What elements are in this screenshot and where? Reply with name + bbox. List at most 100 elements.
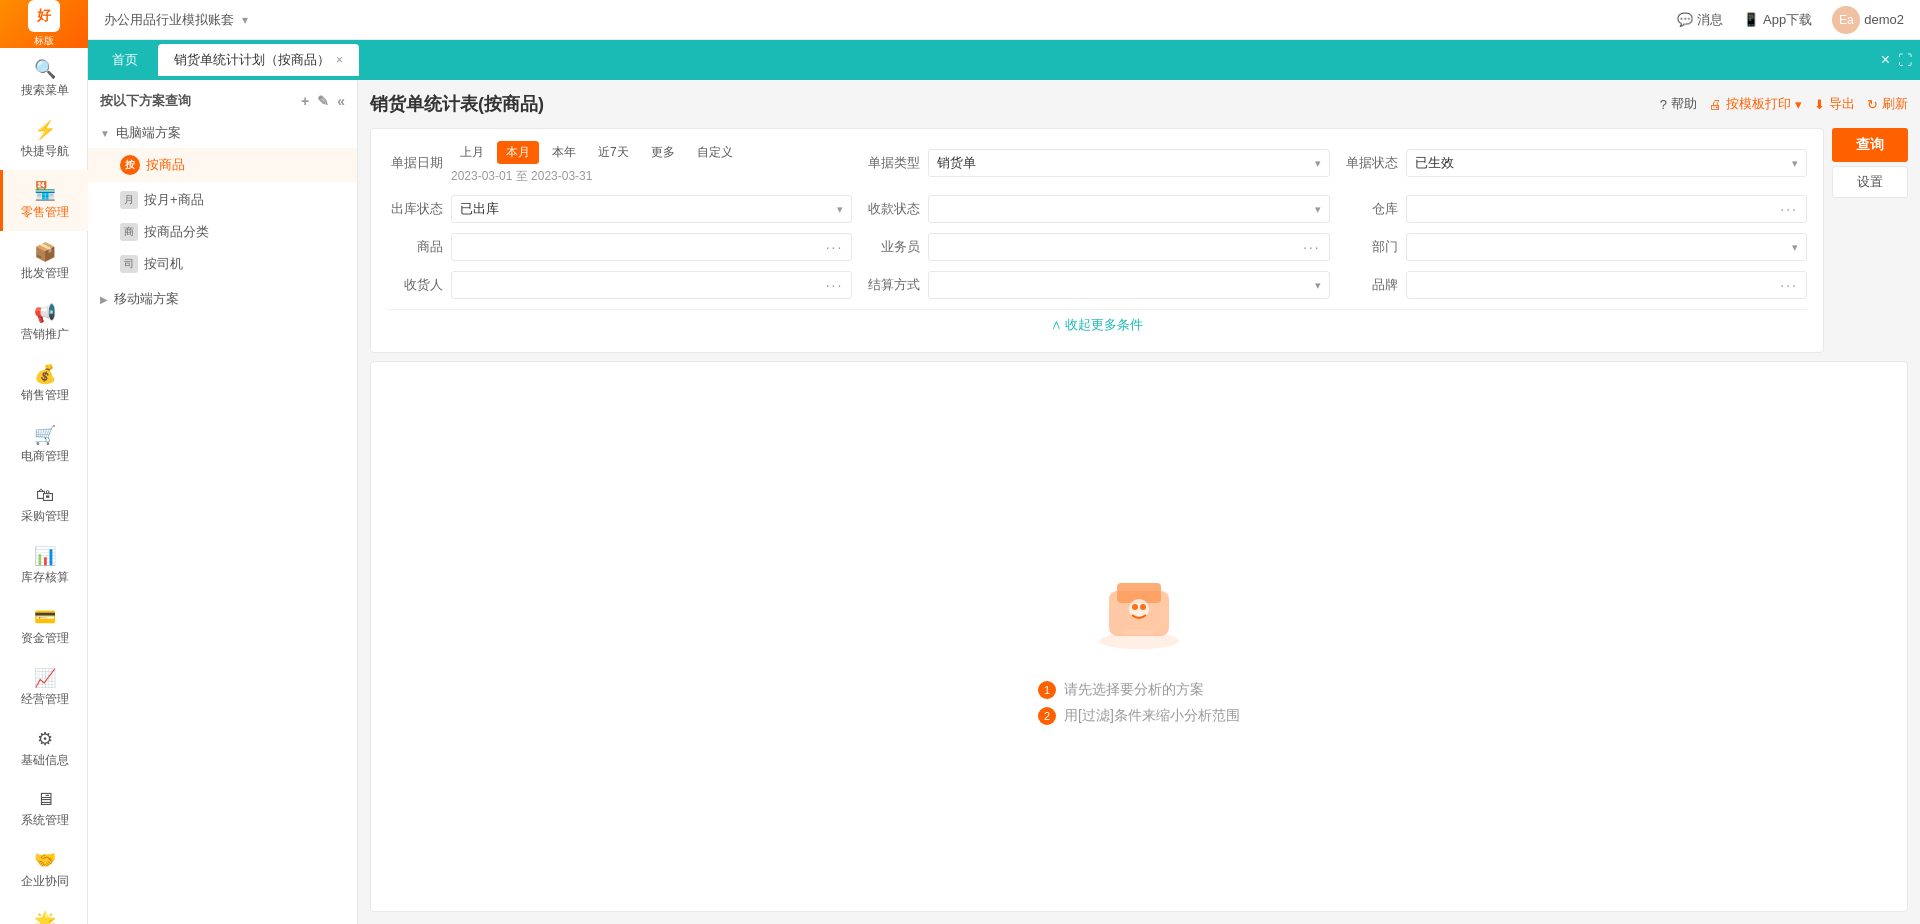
help-button[interactable]: ? 帮助 <box>1660 95 1697 113</box>
refresh-icon: ↻ <box>1867 97 1878 112</box>
pay-status-label: 收款状态 <box>864 200 920 218</box>
hint-text-2: 用[过滤]条件来缩小分析范围 <box>1064 707 1240 725</box>
dept-label: 部门 <box>1342 238 1398 256</box>
date-buttons: 上月 本月 本年 近7天 更多 自定义 <box>451 141 852 164</box>
warehouse-select[interactable]: ··· <box>1406 195 1807 223</box>
add-scheme-icon[interactable]: + <box>301 93 309 109</box>
sidebar-item-ecommerce[interactable]: 🛒 电商管理 <box>0 414 88 475</box>
collapse-panel-icon[interactable]: « <box>337 93 345 109</box>
svg-rect-6 <box>1124 629 1154 635</box>
sidebar: 好 标版 🔍 搜索菜单 ⚡ 快捷导航 🏪 零售管理 📦 批发管理 📢 营销推广 … <box>0 0 88 924</box>
scheme-group-desktop-title[interactable]: ▼ 电脑端方案 <box>88 118 357 148</box>
salesman-select[interactable]: ··· <box>928 233 1329 261</box>
scheme-item-category[interactable]: 商 按商品分类 <box>88 216 357 248</box>
doc-status-label: 单据状态 <box>1342 154 1398 172</box>
date-btn-custom[interactable]: 自定义 <box>688 141 742 164</box>
receiver-select[interactable]: ··· <box>451 271 852 299</box>
empty-illustration <box>1079 541 1199 661</box>
salesman-label: 业务员 <box>864 238 920 256</box>
search-icon: 🔍 <box>7 58 84 80</box>
filter-doc-status-field: 单据状态 已生效 ▾ <box>1342 141 1807 185</box>
sidebar-item-basic[interactable]: ⚙ 基础信息 <box>0 718 88 779</box>
brand-select[interactable]: ··· <box>1406 271 1807 299</box>
date-btn-more[interactable]: 更多 <box>642 141 684 164</box>
topbar-dropdown-icon[interactable]: ▾ <box>242 13 248 27</box>
doc-type-select[interactable]: 销货单 ▾ <box>928 149 1329 177</box>
user-profile[interactable]: Ea demo2 <box>1832 6 1904 34</box>
right-panel: 销货单统计表(按商品) ? 帮助 🖨 按模板打印 ▾ ⬇ 导出 <box>358 80 1920 924</box>
refresh-button[interactable]: ↻ 刷新 <box>1867 95 1908 113</box>
filter-doc-type-field: 单据类型 销货单 ▾ <box>864 141 1329 185</box>
date-btn-this-year[interactable]: 本年 <box>543 141 585 164</box>
scheme-item-driver[interactable]: 司 按司机 <box>88 248 357 280</box>
tab-maximize-button[interactable]: × ⛶ <box>1881 51 1912 69</box>
doc-type-dropdown-icon: ▾ <box>1315 157 1321 170</box>
filter-out-status-field: 出库状态 已出库 ▾ <box>387 195 852 223</box>
messages-button[interactable]: 💬 消息 <box>1677 11 1723 29</box>
sidebar-item-quicknav-label: 快捷导航 <box>7 143 84 160</box>
sidebar-item-retail[interactable]: 🏪 零售管理 <box>0 170 88 231</box>
marketing-icon: 📢 <box>7 302 84 324</box>
scheme-item-by-goods[interactable]: 按 按商品 <box>88 148 357 182</box>
doc-status-dropdown-icon: ▾ <box>1792 157 1798 170</box>
left-panel-actions: + ✎ « <box>301 93 345 109</box>
date-range: 2023-03-01 至 2023-03-31 <box>451 168 852 185</box>
goods-select[interactable]: ··· <box>451 233 852 261</box>
brand-dots: ··· <box>1780 277 1798 293</box>
tab-close-button[interactable]: × <box>336 53 343 67</box>
date-btn-last-month[interactable]: 上月 <box>451 141 493 164</box>
print-button[interactable]: 🖨 按模板打印 ▾ <box>1709 95 1802 113</box>
dept-select[interactable]: ▾ <box>1406 233 1807 261</box>
enterprise-icon: 🤝 <box>7 849 84 871</box>
date-btn-7days[interactable]: 近7天 <box>589 141 638 164</box>
export-button[interactable]: ⬇ 导出 <box>1814 95 1855 113</box>
sidebar-item-finance[interactable]: 💳 资金管理 <box>0 596 88 657</box>
collapse-filter-button[interactable]: ∧ 收起更多条件 <box>387 309 1807 340</box>
app-download-button[interactable]: 📱 App下载 <box>1743 11 1812 29</box>
scheme-icon-driver: 司 <box>120 255 138 273</box>
sidebar-item-newbie[interactable]: 🌟 新手引导 <box>0 900 88 924</box>
tabs-bar: 首页 销货单统计计划（按商品） × × ⛶ <box>88 40 1920 80</box>
settlement-select[interactable]: ▾ <box>928 271 1329 299</box>
settings-button[interactable]: 设置 <box>1832 166 1908 198</box>
scheme-group-mobile-title[interactable]: ▶ 移动端方案 <box>88 284 357 314</box>
export-icon: ⬇ <box>1814 97 1825 112</box>
sidebar-item-sales[interactable]: 💰 销售管理 <box>0 353 88 414</box>
scheme-icon-category: 商 <box>120 223 138 241</box>
print-dropdown-icon[interactable]: ▾ <box>1795 97 1802 112</box>
left-panel-header: 按以下方案查询 + ✎ « <box>88 92 357 118</box>
sidebar-item-wholesale[interactable]: 📦 批发管理 <box>0 231 88 292</box>
sidebar-item-quicknav[interactable]: ⚡ 快捷导航 <box>0 109 88 170</box>
doc-status-select[interactable]: 已生效 ▾ <box>1406 149 1807 177</box>
filter-section: 单据日期 上月 本月 本年 近7天 更多 自定义 <box>370 128 1824 353</box>
sidebar-item-system[interactable]: 🖥 系统管理 <box>0 779 88 839</box>
scheme-group-mobile-arrow: ▶ <box>100 294 108 305</box>
close-window-icon[interactable]: × <box>1881 51 1890 69</box>
export-label: 导出 <box>1829 95 1855 113</box>
scheme-group-mobile: ▶ 移动端方案 <box>88 284 357 314</box>
scheme-item-icon-goods: 按 <box>120 155 140 175</box>
filter-row-3: 商品 ··· 业务员 ··· <box>387 233 1807 261</box>
tab-active-label: 销货单统计计划（按商品） <box>174 51 330 69</box>
out-status-select[interactable]: 已出库 ▾ <box>451 195 852 223</box>
pay-status-select[interactable]: ▾ <box>928 195 1329 223</box>
date-btn-this-month[interactable]: 本月 <box>497 141 539 164</box>
sidebar-item-basic-label: 基础信息 <box>7 752 84 769</box>
sidebar-item-marketing[interactable]: 📢 营销推广 <box>0 292 88 353</box>
sidebar-item-inventory[interactable]: 📊 库存核算 <box>0 535 88 596</box>
scheme-item-month-goods[interactable]: 月 按月+商品 <box>88 184 357 216</box>
tab-home[interactable]: 首页 <box>96 44 154 76</box>
tab-active[interactable]: 销货单统计计划（按商品） × <box>158 44 359 76</box>
filter-and-actions: 单据日期 上月 本月 本年 近7天 更多 自定义 <box>370 128 1908 361</box>
scheme-item-month-label: 按月+商品 <box>144 191 204 209</box>
edit-scheme-icon[interactable]: ✎ <box>317 93 329 109</box>
sidebar-item-search[interactable]: 🔍 搜索菜单 <box>0 48 88 109</box>
sidebar-item-purchase[interactable]: 🛍 采购管理 <box>0 475 88 535</box>
sidebar-item-enterprise[interactable]: 🤝 企业协同 <box>0 839 88 900</box>
filter-receiver-field: 收货人 ··· <box>387 271 852 299</box>
help-label: 帮助 <box>1671 95 1697 113</box>
maximize-icon[interactable]: ⛶ <box>1898 52 1912 68</box>
app-download-label: App下载 <box>1763 11 1812 29</box>
sidebar-item-operations[interactable]: 📈 经营管理 <box>0 657 88 718</box>
query-button[interactable]: 查询 <box>1832 128 1908 162</box>
